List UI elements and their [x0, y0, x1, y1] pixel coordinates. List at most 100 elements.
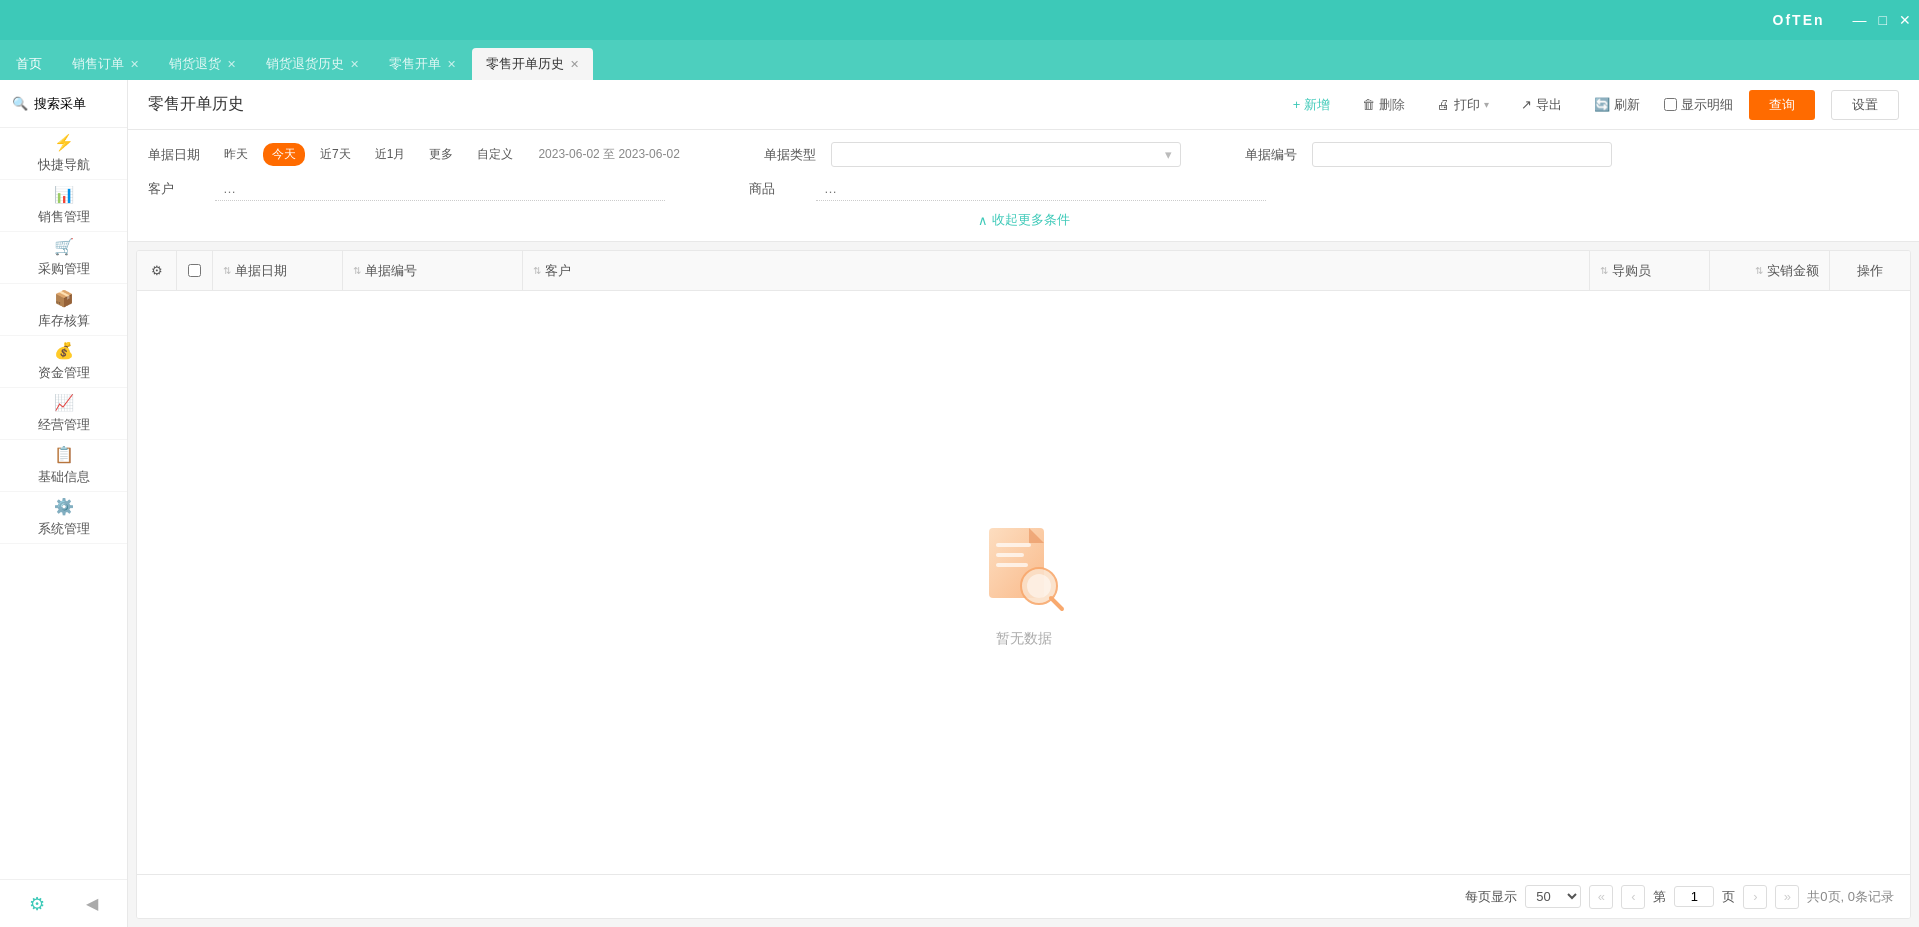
- sidebar-item-operations[interactable]: 📈 经营管理: [0, 388, 127, 440]
- sidebar-bottom: ⚙ ◀: [0, 879, 127, 927]
- maximize-btn[interactable]: □: [1879, 12, 1887, 28]
- first-page-btn[interactable]: «: [1589, 885, 1613, 909]
- per-page-select[interactable]: 50 10 20 100: [1525, 885, 1581, 908]
- sidebar-item-system[interactable]: ⚙️ 系统管理: [0, 492, 127, 544]
- th-amount[interactable]: ⇅ 实销金额: [1710, 251, 1830, 290]
- th-salesperson[interactable]: ⇅ 导购员: [1590, 251, 1710, 290]
- sidebar-item-basic-info[interactable]: 📋 基础信息: [0, 440, 127, 492]
- table-area: ⚙ ⇅ 单据日期 ⇅ 单据编号 ⇅ 客户 ⇅: [136, 250, 1911, 919]
- sales-icon: 📊: [54, 185, 74, 204]
- th-order-no[interactable]: ⇅ 单据编号: [343, 251, 523, 290]
- tab-close-sales-order[interactable]: ✕: [130, 59, 139, 70]
- content-area: 零售开单历史 + 新增 🗑 删除 🖨 打印 ▾ ↗ 导出: [128, 80, 1919, 927]
- select-all-checkbox[interactable]: [188, 264, 201, 277]
- refresh-button[interactable]: 🔄 🔄 刷新 刷新: [1586, 92, 1648, 118]
- th-settings[interactable]: ⚙: [137, 251, 177, 290]
- table-header: ⚙ ⇅ 单据日期 ⇅ 单据编号 ⇅ 客户 ⇅: [137, 251, 1910, 291]
- sidebar-item-sales[interactable]: 📊 销售管理: [0, 180, 127, 232]
- tab-close-retail-history[interactable]: ✕: [570, 59, 579, 70]
- toolbar: + 新增 🗑 删除 🖨 打印 ▾ ↗ 导出 🔄 🔄 刷新: [1285, 90, 1899, 120]
- sidebar-settings-btn[interactable]: ⚙: [29, 893, 45, 915]
- page-number-input[interactable]: [1674, 886, 1714, 907]
- order-type-label: 单据类型: [764, 146, 819, 164]
- tab-close-sales-return[interactable]: ✕: [227, 59, 236, 70]
- delete-button[interactable]: 🗑 删除: [1354, 92, 1413, 118]
- show-detail-checkbox[interactable]: [1664, 98, 1677, 111]
- next-page-btn[interactable]: ›: [1743, 885, 1767, 909]
- date-btn-custom[interactable]: 自定义: [468, 143, 522, 166]
- tab-close-sales-return-history[interactable]: ✕: [350, 59, 359, 70]
- sidebar-item-label-inventory: 库存核算: [38, 312, 90, 330]
- date-btn-today[interactable]: 今天: [263, 143, 305, 166]
- last-page-btn[interactable]: »: [1775, 885, 1799, 909]
- date-btn-more[interactable]: 更多: [420, 143, 462, 166]
- settings-button[interactable]: 设置: [1831, 90, 1899, 120]
- tab-sales-order[interactable]: 销售订单 ✕: [58, 48, 153, 80]
- svg-rect-1: [996, 543, 1031, 547]
- collapse-filter-btn[interactable]: ∧ 收起更多条件: [148, 211, 1899, 229]
- date-btn-last7[interactable]: 近7天: [311, 143, 360, 166]
- th-order-no-sort-icon: ⇅: [353, 265, 361, 276]
- close-window-btn[interactable]: ✕: [1899, 12, 1911, 28]
- sidebar-search[interactable]: 🔍 搜索采单: [0, 80, 127, 128]
- new-button[interactable]: + 新增: [1285, 92, 1338, 118]
- th-customer[interactable]: ⇅ 客户: [523, 251, 1590, 290]
- query-button[interactable]: 查询: [1749, 90, 1815, 120]
- table-settings-icon: ⚙: [151, 263, 163, 278]
- export-button[interactable]: ↗ 导出: [1513, 92, 1570, 118]
- quick-nav-icon: ⚡: [54, 133, 74, 152]
- sidebar: 🔍 搜索采单 ⚡ 快捷导航 📊 销售管理 🛒 采购管理 📦 库存核算 💰 资金管…: [0, 80, 128, 927]
- order-no-input[interactable]: [1312, 142, 1612, 167]
- sidebar-item-label-finance: 资金管理: [38, 364, 90, 382]
- th-date[interactable]: ⇅ 单据日期: [213, 251, 343, 290]
- th-checkbox[interactable]: [177, 251, 213, 290]
- tab-retail-history[interactable]: 零售开单历史 ✕: [472, 48, 593, 80]
- sidebar-item-label-sales: 销售管理: [38, 208, 90, 226]
- th-customer-sort-icon: ⇅: [533, 265, 541, 276]
- order-type-select[interactable]: ▾: [831, 142, 1181, 167]
- prev-page-icon: ‹: [1631, 889, 1635, 904]
- purchase-icon: 🛒: [54, 237, 74, 256]
- show-detail-toggle[interactable]: 显示明细: [1664, 96, 1733, 114]
- sidebar-item-label-purchase: 采购管理: [38, 260, 90, 278]
- next-page-icon: ›: [1753, 889, 1757, 904]
- search-icon: 🔍: [12, 96, 28, 111]
- page-label: 页: [1722, 888, 1735, 906]
- date-btn-last-month[interactable]: 近1月: [366, 143, 415, 166]
- svg-point-6: [1027, 574, 1051, 598]
- sidebar-item-label-quick-nav: 快捷导航: [38, 156, 90, 174]
- sidebar-item-inventory[interactable]: 📦 库存核算: [0, 284, 127, 336]
- svg-line-7: [1051, 598, 1062, 609]
- filter-row-date: 单据日期 昨天 今天 近7天 近1月 更多 自定义 2023-06-02 至 2…: [148, 142, 1899, 167]
- date-filter-btns: 昨天 今天 近7天 近1月 更多 自定义: [215, 143, 522, 166]
- date-btn-yesterday[interactable]: 昨天: [215, 143, 257, 166]
- sidebar-item-purchase[interactable]: 🛒 采购管理: [0, 232, 127, 284]
- tab-sales-return-history[interactable]: 销货退货历史 ✕: [252, 48, 373, 80]
- customer-filter-label: 客户: [148, 180, 203, 198]
- sidebar-item-finance[interactable]: 💰 资金管理: [0, 336, 127, 388]
- inventory-icon: 📦: [54, 289, 74, 308]
- main-layout: 🔍 搜索采单 ⚡ 快捷导航 📊 销售管理 🛒 采购管理 📦 库存核算 💰 资金管…: [0, 80, 1919, 927]
- tab-sales-return[interactable]: 销货退货 ✕: [155, 48, 250, 80]
- customer-input[interactable]: [215, 177, 665, 201]
- page-header: 零售开单历史 + 新增 🗑 删除 🖨 打印 ▾ ↗ 导出: [128, 80, 1919, 130]
- first-page-icon: «: [1598, 889, 1605, 904]
- tab-home[interactable]: 首页: [0, 48, 58, 80]
- sidebar-item-quick-nav[interactable]: ⚡ 快捷导航: [0, 128, 127, 180]
- top-bar: OfTEn — □ ✕: [0, 0, 1919, 40]
- date-filter-label: 单据日期: [148, 146, 203, 164]
- tab-close-retail-open[interactable]: ✕: [447, 59, 456, 70]
- print-button[interactable]: 🖨 打印 ▾: [1429, 92, 1497, 118]
- sidebar-item-label-system: 系统管理: [38, 520, 90, 538]
- last-page-icon: »: [1784, 889, 1791, 904]
- page-of-label: 第: [1653, 888, 1666, 906]
- sidebar-item-label-operations: 经营管理: [38, 416, 90, 434]
- operations-icon: 📈: [54, 393, 74, 412]
- th-actions: 操作: [1830, 251, 1910, 290]
- prev-page-btn[interactable]: ‹: [1621, 885, 1645, 909]
- sidebar-collapse-btn[interactable]: ◀: [86, 894, 98, 913]
- system-icon: ⚙️: [54, 497, 74, 516]
- minimize-btn[interactable]: —: [1853, 12, 1867, 28]
- tab-retail-open[interactable]: 零售开单 ✕: [375, 48, 470, 80]
- goods-input[interactable]: [816, 177, 1266, 201]
